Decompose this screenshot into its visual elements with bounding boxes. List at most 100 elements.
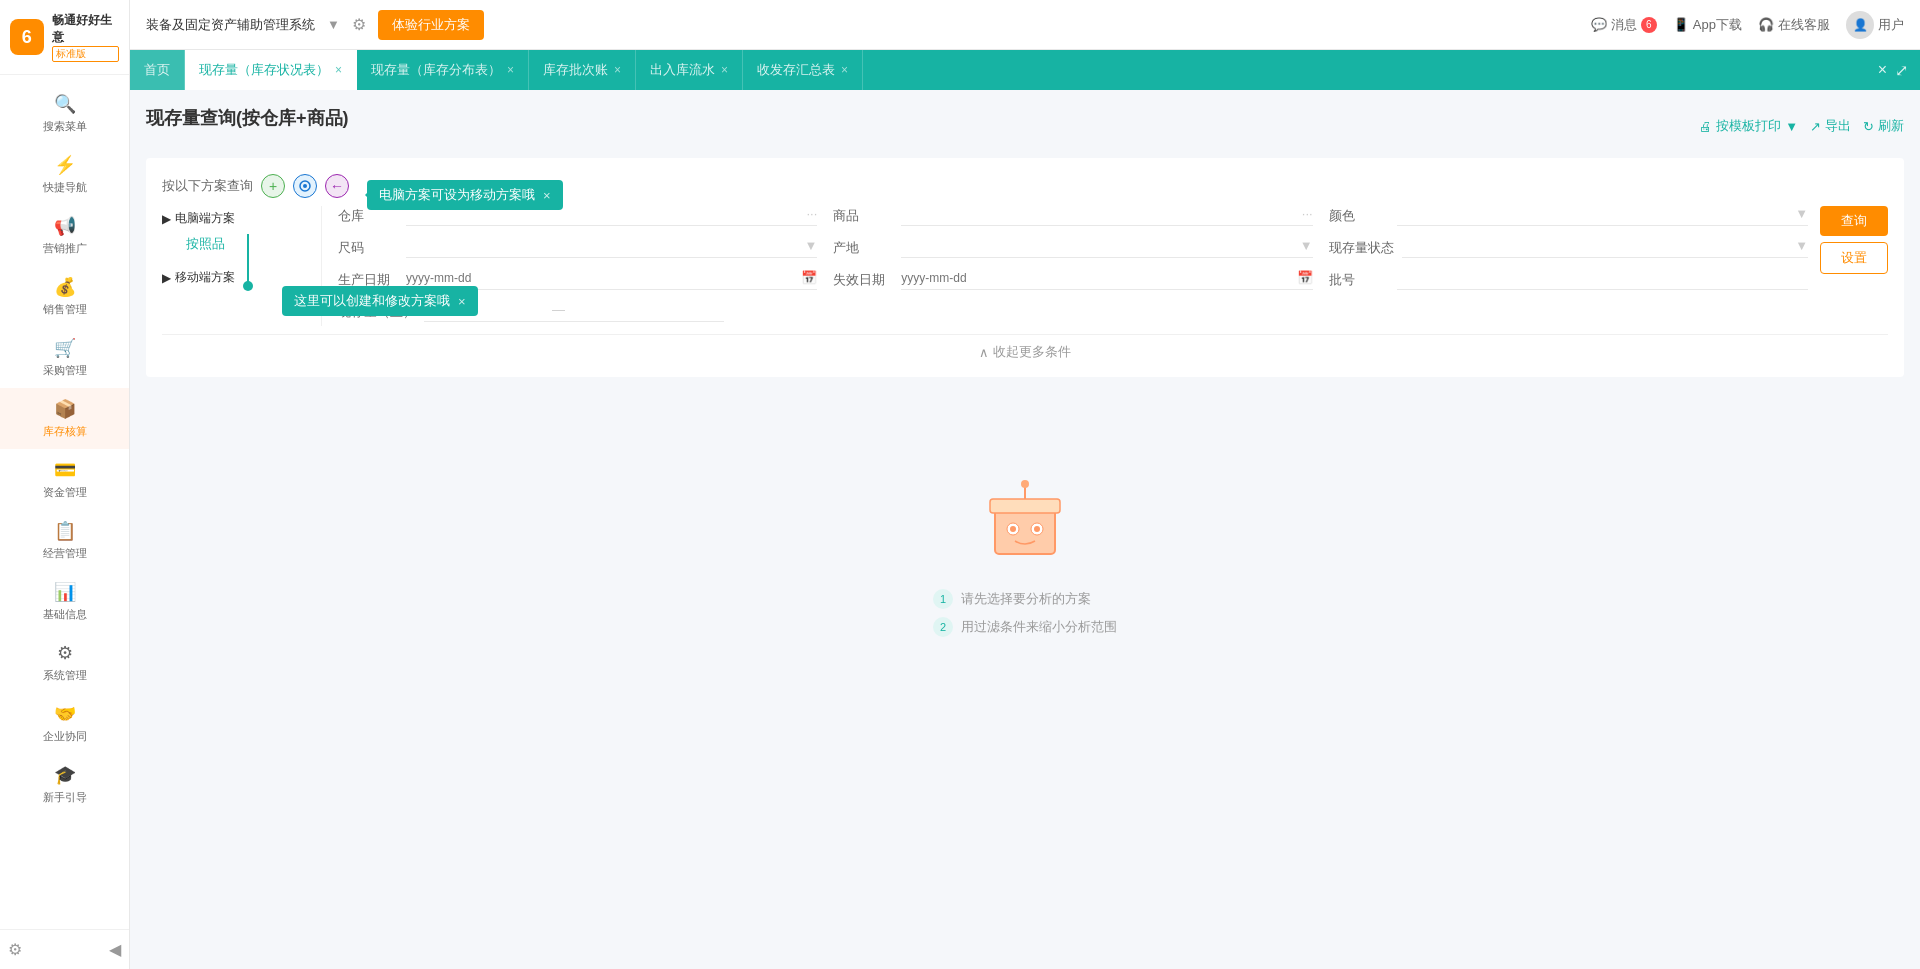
inv-qty-max[interactable] (573, 302, 693, 317)
box-icon: 📦 (54, 398, 76, 420)
back-scheme-btn[interactable]: ← (325, 174, 349, 198)
filter-color: 颜色 ▼ (1329, 206, 1808, 226)
query-panel: 按以下方案查询 + ← 电脑方案可设为移动方案哦 × (146, 158, 1904, 377)
sidebar-item-search[interactable]: 🔍 搜索菜单 (0, 83, 129, 144)
sidebar-menu: 🔍 搜索菜单 ⚡ 快捷导航 📢 营销推广 💰 销售管理 🛒 采购管理 📦 (0, 75, 129, 929)
inv-status-dropdown-icon[interactable]: ▼ (1795, 238, 1808, 253)
size-dropdown-icon[interactable]: ▼ (804, 238, 817, 253)
logo-text: 畅通好好生意 标准版 (52, 12, 119, 62)
avatar: 👤 (1846, 11, 1874, 39)
sidebar: 6 畅通好好生意 标准版 🔍 搜索菜单 ⚡ 快捷导航 📢 营销推广 💰 销售管理 (0, 0, 130, 969)
close-tab-receive-summary[interactable]: × (841, 63, 848, 77)
sidebar-item-sales[interactable]: 💰 销售管理 (0, 266, 129, 327)
prod-date-calendar-icon[interactable]: 📅 (801, 270, 817, 285)
sidebar-item-purchase[interactable]: 🛒 采购管理 (0, 327, 129, 388)
desktop-scheme-item-1[interactable]: 按照品 (178, 231, 305, 257)
filter-product: 商品 ··· (833, 206, 1312, 226)
batch-input[interactable] (1397, 270, 1808, 285)
sidebar-item-finance[interactable]: 💳 资金管理 (0, 449, 129, 510)
search-button[interactable]: 查询 (1820, 206, 1888, 236)
tab-inventory-dist[interactable]: 现存量（库存分布表） × (357, 50, 529, 90)
color-dropdown-icon[interactable]: ▼ (1795, 206, 1808, 221)
close-tab-inout-flow[interactable]: × (721, 63, 728, 77)
filter-batch: 批号 (1329, 270, 1808, 290)
sidebar-item-marketing[interactable]: 📢 营销推广 (0, 205, 129, 266)
collapse-up-icon: ∧ (979, 345, 989, 360)
svg-rect-2 (995, 509, 1055, 554)
empty-step-2: 2 用过滤条件来缩小分析范围 (933, 617, 1117, 637)
sidebar-item-inventory[interactable]: 📦 库存核算 (0, 388, 129, 449)
inv-status-input[interactable] (1402, 238, 1795, 253)
export-btn[interactable]: ↗ 导出 (1810, 117, 1851, 135)
settings-button[interactable]: 设置 (1820, 242, 1888, 274)
print-btn[interactable]: 🖨 按模板打印 ▼ (1699, 117, 1798, 135)
sidebar-item-guide[interactable]: 🎓 新手引导 (0, 754, 129, 815)
sidebar-item-system[interactable]: ⚙ 系统管理 (0, 632, 129, 693)
message-icon: 💬 (1591, 17, 1607, 32)
trial-button[interactable]: 体验行业方案 (378, 10, 484, 40)
size-input[interactable] (406, 238, 804, 253)
sidebar-logo: 6 畅通好好生意 标准版 (0, 0, 129, 75)
gear-icon: ⚙ (57, 642, 73, 664)
printer-icon: 🖨 (1699, 119, 1712, 134)
refresh-btn[interactable]: ↻ 刷新 (1863, 117, 1904, 135)
close-tab-batch-account[interactable]: × (614, 63, 621, 77)
filter-inventory-status: 现存量状态 ▼ (1329, 238, 1808, 258)
copy-icon (298, 179, 312, 193)
tooltip-create-scheme: 这里可以创建和修改方案哦 × (282, 286, 478, 316)
tooltip-desktop-mobile: 电脑方案可设为移动方案哦 × (367, 180, 563, 210)
empty-state: 1 请先选择要分析的方案 2 用过滤条件来缩小分析范围 (146, 389, 1904, 717)
prod-date-start[interactable] (406, 271, 797, 285)
clipboard-icon: 📋 (54, 520, 76, 542)
warehouse-dots[interactable]: ··· (806, 206, 817, 221)
close-tab-inventory-status[interactable]: × (335, 63, 342, 77)
message-item[interactable]: 💬 消息 6 (1591, 16, 1657, 34)
sidebar-bottom: ⚙ ◀ (0, 929, 129, 969)
close-tab-inventory-dist[interactable]: × (507, 63, 514, 77)
query-button-group: 查询 设置 (1820, 206, 1888, 274)
range-separator: — (552, 302, 565, 317)
sidebar-item-enterprise[interactable]: 🤝 企业协同 (0, 693, 129, 754)
sidebar-item-quick-nav[interactable]: ⚡ 快捷导航 (0, 144, 129, 205)
online-service-item[interactable]: 🎧 在线客服 (1758, 16, 1830, 34)
color-input[interactable] (1397, 206, 1795, 221)
collapse-sidebar-icon[interactable]: ◀ (109, 940, 121, 959)
user-item[interactable]: 👤 用户 (1846, 11, 1904, 39)
topbar-settings-icon[interactable]: ⚙ (352, 15, 366, 34)
desktop-scheme-header[interactable]: ▶ 电脑端方案 (162, 206, 305, 231)
top-right-actions: 🖨 按模板打印 ▼ ↗ 导出 ↻ 刷新 (1699, 117, 1904, 135)
topbar: 装备及固定资产辅助管理系统 ▼ ⚙ 体验行业方案 💬 消息 6 📱 App下载 … (130, 0, 1920, 50)
product-dots[interactable]: ··· (1302, 206, 1313, 221)
tab-home[interactable]: 首页 (130, 50, 185, 90)
expiry-date-calendar-icon[interactable]: 📅 (1297, 270, 1313, 285)
tab-batch-account[interactable]: 库存批次账 × (529, 50, 636, 90)
tab-receive-summary[interactable]: 收发存汇总表 × (743, 50, 863, 90)
empty-step-1: 1 请先选择要分析的方案 (933, 589, 1117, 609)
sidebar-item-basic[interactable]: 📊 基础信息 (0, 571, 129, 632)
content-area: 现存量查询(按仓库+商品) 🖨 按模板打印 ▼ ↗ 导出 ↻ 刷新 (130, 90, 1920, 969)
empty-illustration (975, 469, 1075, 569)
expand-tabs-icon[interactable]: ⤢ (1895, 61, 1908, 80)
tooltip2-close-btn[interactable]: × (458, 294, 466, 309)
copy-scheme-btn[interactable] (293, 174, 317, 198)
tooltip1-close-btn[interactable]: × (543, 188, 551, 203)
collapse-bar[interactable]: ∧ 收起更多条件 (162, 334, 1888, 361)
app-download-item[interactable]: 📱 App下载 (1673, 16, 1742, 34)
system-name: 装备及固定资产辅助管理系统 (146, 16, 315, 34)
logo-icon: 6 (10, 19, 44, 55)
system-dropdown-icon[interactable]: ▼ (327, 17, 340, 32)
sidebar-item-operations[interactable]: 📋 经营管理 (0, 510, 129, 571)
close-all-tabs-icon[interactable]: × (1878, 61, 1887, 79)
page-title: 现存量查询(按仓库+商品) (146, 106, 349, 130)
origin-input[interactable] (901, 238, 1299, 253)
filter-expiry-date: 失效日期 📅 (833, 270, 1312, 290)
tabbar-end: × ⤢ (1866, 61, 1920, 80)
expiry-date-start[interactable] (901, 271, 1292, 285)
tab-inout-flow[interactable]: 出入库流水 × (636, 50, 743, 90)
settings-bottom-icon[interactable]: ⚙ (8, 940, 22, 959)
megaphone-icon: 📢 (54, 215, 76, 237)
add-scheme-btn[interactable]: + (261, 174, 285, 198)
origin-dropdown-icon[interactable]: ▼ (1300, 238, 1313, 253)
tab-inventory-status[interactable]: 现存量（库存状况表） × (185, 50, 357, 90)
product-input[interactable] (901, 206, 1301, 221)
